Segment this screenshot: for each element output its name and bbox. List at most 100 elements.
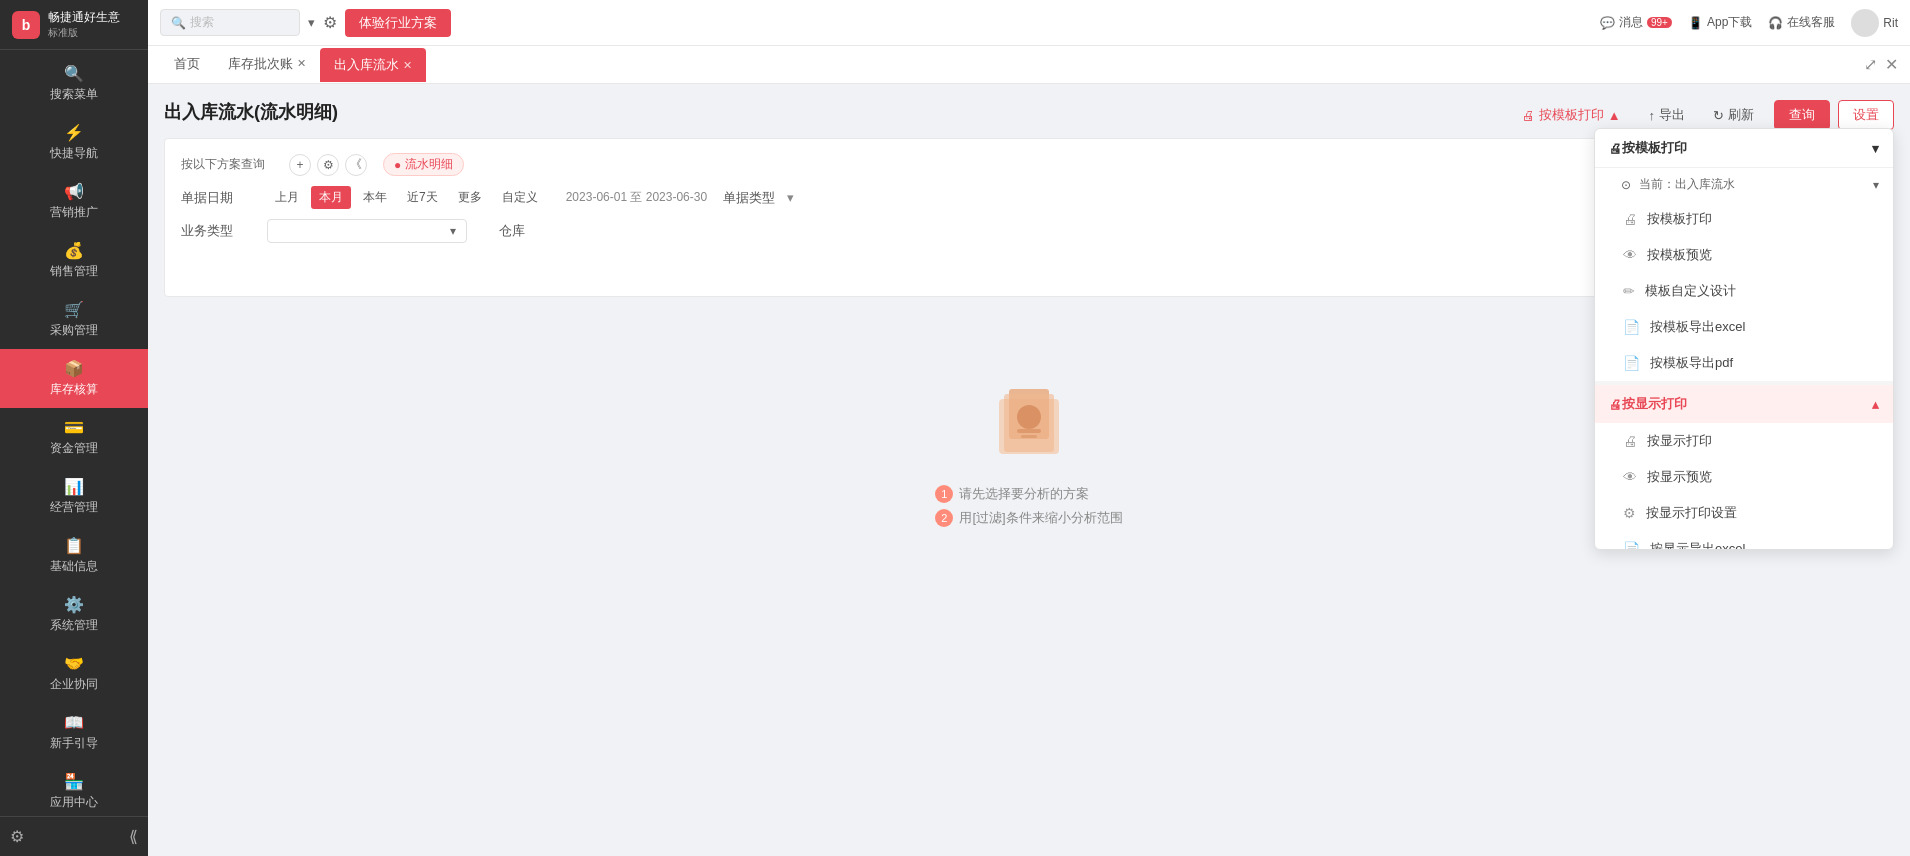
search-placeholder: 搜索 bbox=[190, 14, 214, 31]
sidebar-item-operation[interactable]: 📊 经营管理 bbox=[0, 467, 148, 526]
tab-batch-label: 库存批次账 bbox=[228, 55, 293, 73]
nav-label-collab: 企业协同 bbox=[50, 676, 98, 693]
section2-header[interactable]: 🖨 按显示打印 ▴ bbox=[1595, 385, 1893, 423]
close-all-icon[interactable]: ✕ bbox=[1885, 55, 1898, 74]
display-settings-item[interactable]: ⚙ 按显示打印设置 bbox=[1595, 495, 1893, 531]
display-excel-item[interactable]: 📄 按显示导出excel bbox=[1595, 531, 1893, 549]
display-print-item[interactable]: 🖨 按显示打印 bbox=[1595, 423, 1893, 459]
maximize-icon[interactable]: ⤢ bbox=[1864, 55, 1877, 74]
template-custom-item[interactable]: ✏ 模板自定义设计 bbox=[1595, 273, 1893, 309]
template-excel-label: 按模板导出excel bbox=[1650, 318, 1745, 336]
date-tab-last7[interactable]: 近7天 bbox=[399, 186, 446, 209]
online-service-btn[interactable]: 🎧 在线客服 bbox=[1768, 14, 1835, 31]
section2-arrow: ▴ bbox=[1872, 397, 1879, 412]
sidebar-item-search[interactable]: 🔍 搜索菜单 bbox=[0, 54, 148, 113]
settings-btn[interactable]: 设置 bbox=[1838, 100, 1894, 130]
topbar-left: 🔍 搜索 ▾ ⚙ 体验行业方案 bbox=[160, 9, 451, 37]
refresh-icon: ↻ bbox=[1713, 108, 1724, 123]
date-tab-custom[interactable]: 自定义 bbox=[494, 186, 546, 209]
topbar-gear-icon[interactable]: ⚙ bbox=[323, 13, 337, 32]
add-filter-btn[interactable]: + bbox=[289, 154, 311, 176]
topbar: 🔍 搜索 ▾ ⚙ 体验行业方案 💬 消息 99+ 📱 App下载 🎧 在线客服 bbox=[148, 0, 1910, 46]
template-pdf-item[interactable]: 📄 按模板导出pdf bbox=[1595, 345, 1893, 381]
industry-btn[interactable]: 体验行业方案 bbox=[345, 9, 451, 37]
display-print-label: 按显示打印 bbox=[1647, 432, 1712, 450]
sidebar-item-appstore[interactable]: 🏪 应用中心 bbox=[0, 762, 148, 816]
sidebar-item-purchase[interactable]: 🛒 采购管理 bbox=[0, 290, 148, 349]
print-template-btn[interactable]: 🖨 按模板打印 ▲ bbox=[1514, 102, 1629, 128]
section1-title: 按模板打印 bbox=[1622, 139, 1687, 157]
filter-tag-label: 流水明细 bbox=[405, 156, 453, 173]
template-preview-item[interactable]: 👁 按模板预览 bbox=[1595, 237, 1893, 273]
section2-group: 🖨 按显示打印 ▴ 🖨 按显示打印 👁 按显示预览 ⚙ 按显示打印设 bbox=[1595, 381, 1893, 549]
nav-icon-operation: 📊 bbox=[64, 477, 84, 496]
nav-icon-sales: 💰 bbox=[64, 241, 84, 260]
nav-icon-search: 🔍 bbox=[64, 64, 84, 83]
tab-batch-close[interactable]: ✕ bbox=[297, 57, 306, 70]
tab-flow-close[interactable]: ✕ bbox=[403, 59, 412, 72]
template-preview-label: 按模板预览 bbox=[1647, 246, 1712, 264]
sidebar-item-basic[interactable]: 📋 基础信息 bbox=[0, 526, 148, 585]
message-icon: 💬 bbox=[1600, 16, 1615, 30]
template-pdf-icon: 📄 bbox=[1623, 355, 1640, 371]
template-excel-item[interactable]: 📄 按模板导出excel bbox=[1595, 309, 1893, 345]
template-print-icon: 🖨 bbox=[1623, 211, 1637, 227]
date-tab-current-month[interactable]: 本月 bbox=[311, 186, 351, 209]
svg-rect-5 bbox=[1021, 435, 1037, 438]
user-area[interactable]: Rit bbox=[1851, 9, 1898, 37]
empty-hints: 1 请先选择要分析的方案 2 用[过滤]条件来缩小分析范围 bbox=[935, 485, 1122, 533]
sidebar-item-shortcut[interactable]: ⚡ 快捷导航 bbox=[0, 113, 148, 172]
message-btn[interactable]: 💬 消息 99+ bbox=[1600, 14, 1672, 31]
display-settings-label: 按显示打印设置 bbox=[1646, 504, 1737, 522]
settings-footer-icon[interactable]: ⚙ bbox=[10, 827, 24, 846]
nav-label-system: 系统管理 bbox=[50, 617, 98, 634]
sidebar-item-system[interactable]: ⚙️ 系统管理 bbox=[0, 585, 148, 644]
filter-tag[interactable]: ● 流水明细 bbox=[383, 153, 464, 176]
export-btn[interactable]: ↑ 导出 bbox=[1641, 102, 1694, 128]
display-settings-icon: ⚙ bbox=[1623, 505, 1636, 521]
filter-actions: + ⚙ 《 bbox=[289, 154, 367, 176]
bill-type-section: 单据类型 ▾ bbox=[723, 189, 923, 207]
current-template-arrow: ▾ bbox=[1873, 178, 1879, 192]
nav-icon-basic: 📋 bbox=[64, 536, 84, 555]
logo-area: b 畅捷通好生意 标准版 bbox=[0, 0, 148, 50]
tab-home-label: 首页 bbox=[174, 55, 200, 73]
sidebar-item-guide[interactable]: 📖 新手引导 bbox=[0, 703, 148, 762]
sidebar-item-marketing[interactable]: 📢 营销推广 bbox=[0, 172, 148, 231]
user-avatar bbox=[1851, 9, 1879, 37]
sidebar-item-collab[interactable]: 🤝 企业协同 bbox=[0, 644, 148, 703]
current-template-info: ⊙ 当前：出入库流水 ▾ bbox=[1595, 168, 1893, 201]
tab-home[interactable]: 首页 bbox=[160, 47, 214, 83]
collapse-filter-btn[interactable]: 《 bbox=[345, 154, 367, 176]
tab-flow[interactable]: 出入库流水 ✕ bbox=[320, 48, 426, 82]
date-tab-current-year[interactable]: 本年 bbox=[355, 186, 395, 209]
date-tab-more[interactable]: 更多 bbox=[450, 186, 490, 209]
display-preview-icon: 👁 bbox=[1623, 469, 1637, 485]
search-box[interactable]: 🔍 搜索 bbox=[160, 9, 300, 36]
tab-batch[interactable]: 库存批次账 ✕ bbox=[214, 47, 320, 83]
display-preview-label: 按显示预览 bbox=[1647, 468, 1712, 486]
print-template-arrow: ▲ bbox=[1608, 108, 1621, 123]
sidebar-item-inventory[interactable]: 📦 库存核算 bbox=[0, 349, 148, 408]
settings-filter-btn[interactable]: ⚙ bbox=[317, 154, 339, 176]
sidebar-item-finance[interactable]: 💳 资金管理 bbox=[0, 408, 148, 467]
section1-header[interactable]: 🖨 按模板打印 ▾ bbox=[1595, 129, 1893, 168]
empty-illustration bbox=[979, 369, 1079, 469]
print-dropdown: 🖨 按模板打印 ▾ ⊙ 当前：出入库流水 ▾ 🖨 按模板打印 👁 按模板预览 bbox=[1594, 128, 1894, 550]
date-tab-last-month[interactable]: 上月 bbox=[267, 186, 307, 209]
nav-label-search: 搜索菜单 bbox=[50, 86, 98, 103]
app-download-btn[interactable]: 📱 App下载 bbox=[1688, 14, 1752, 31]
query-btn[interactable]: 查询 bbox=[1774, 100, 1830, 130]
business-type-select[interactable]: ▾ bbox=[267, 219, 467, 243]
template-preview-icon: 👁 bbox=[1623, 247, 1637, 263]
template-print-item[interactable]: 🖨 按模板打印 bbox=[1595, 201, 1893, 237]
filter-by-label: 按以下方案查询 bbox=[181, 156, 265, 173]
topbar-dropdown-icon[interactable]: ▾ bbox=[308, 15, 315, 30]
collapse-footer-icon[interactable]: ⟪ bbox=[129, 827, 138, 846]
display-preview-item[interactable]: 👁 按显示预览 bbox=[1595, 459, 1893, 495]
filter-tag-icon: ● bbox=[394, 158, 401, 172]
refresh-btn[interactable]: ↻ 刷新 bbox=[1705, 102, 1762, 128]
sidebar-item-sales[interactable]: 💰 销售管理 bbox=[0, 231, 148, 290]
display-excel-label: 按显示导出excel bbox=[1650, 540, 1745, 549]
online-service-label: 在线客服 bbox=[1787, 14, 1835, 31]
